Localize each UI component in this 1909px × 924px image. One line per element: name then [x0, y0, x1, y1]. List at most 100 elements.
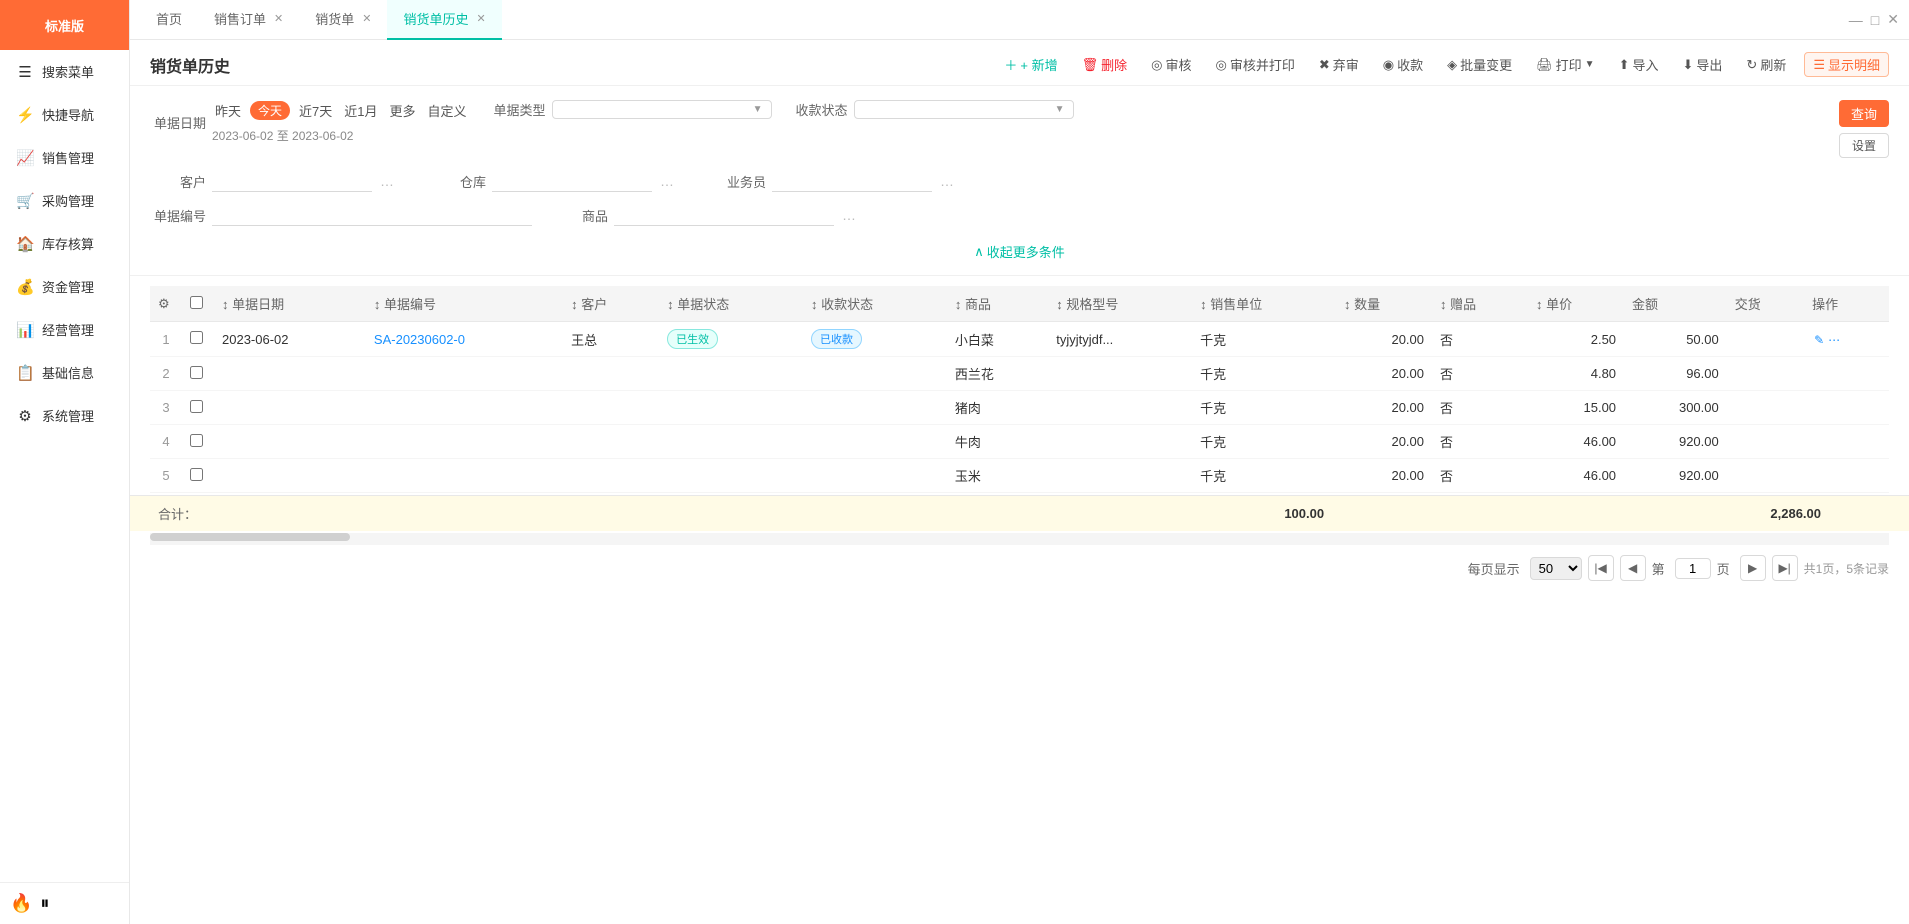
th-customer[interactable]: ↕ 客户 [563, 286, 659, 322]
batch-change-button[interactable]: ◈ 批量变更 [1441, 52, 1518, 77]
per-page-select[interactable]: 50 100 200 [1530, 557, 1582, 580]
collapse-button[interactable]: ∧ 收起更多条件 [974, 242, 1065, 261]
sidebar-item-basic-info[interactable]: 📋 基础信息 [0, 351, 129, 394]
scrollbar-thumb[interactable] [150, 533, 350, 541]
th-checkbox[interactable] [182, 286, 214, 322]
export-button[interactable]: ⬇ 导出 [1676, 52, 1728, 77]
sidebar-item-search-menu[interactable]: ☰ 搜索菜单 [0, 50, 129, 93]
first-page-button[interactable]: |◀ [1588, 555, 1614, 581]
th-payment-status[interactable]: ↕ 收款状态 [803, 286, 947, 322]
print-button[interactable]: 🖨 打印 ▼ [1530, 52, 1600, 77]
show-detail-button[interactable]: ☰ 显示明细 [1804, 52, 1889, 77]
row-checkbox[interactable] [190, 366, 203, 379]
import-button[interactable]: ⬆ 导入 [1613, 52, 1665, 77]
th-price[interactable]: ↕ 单价 [1528, 286, 1624, 322]
doc-num-link[interactable]: SA-20230602-0 [374, 332, 465, 347]
edit-action-button[interactable]: ✎ [1814, 333, 1824, 347]
sidebar-item-sys-admin[interactable]: ⚙ 系统管理 [0, 394, 129, 437]
review-button[interactable]: ◎ 审核 [1145, 52, 1197, 77]
sidebar-item-sales-mgmt[interactable]: 📈 销售管理 [0, 136, 129, 179]
horizontal-scrollbar[interactable] [150, 533, 1889, 545]
tab-sales-history[interactable]: 销货单历史 ✕ [387, 0, 501, 40]
th-gift[interactable]: ↕ 赠品 [1432, 286, 1528, 322]
row-payment-status [803, 357, 947, 391]
pause-icon[interactable]: ⏸ [40, 893, 49, 914]
row-price: 4.80 [1528, 357, 1624, 391]
date-tab-custom[interactable]: 自定义 [425, 100, 470, 121]
date-tab-yesterday[interactable]: 昨天 [212, 100, 244, 121]
row-gift: 否 [1432, 459, 1528, 493]
more-action-button[interactable]: ⋯ [1828, 333, 1840, 347]
goods-input[interactable] [614, 204, 834, 226]
settings-button[interactable]: 设置 [1839, 133, 1889, 158]
th-qty[interactable]: ↕ 数量 [1336, 286, 1432, 322]
sidebar-item-label: 资金管理 [42, 277, 94, 296]
date-tab-1month[interactable]: 近1月 [341, 100, 380, 121]
th-doc-num[interactable]: ↕ 单据编号 [366, 286, 563, 322]
close-window-icon[interactable]: ✕ [1887, 11, 1899, 28]
fire-icon[interactable]: 🔥 [10, 893, 32, 914]
sidebar-item-purchase-mgmt[interactable]: 🛒 采购管理 [0, 179, 129, 222]
minimize-icon[interactable]: — [1849, 12, 1863, 28]
customer-input[interactable] [212, 170, 372, 192]
sidebar-item-operations[interactable]: 📊 经营管理 [0, 308, 129, 351]
sidebar-item-finance[interactable]: 💰 资金管理 [0, 265, 129, 308]
review-print-button[interactable]: ◎ 审核并打印 [1209, 52, 1300, 77]
date-filter-control: 昨天 今天 近7天 近1月 更多 自定义 2023-06-02 至 2023-0… [212, 100, 470, 144]
th-goods[interactable]: ↕ 商品 [947, 286, 1048, 322]
row-checkbox[interactable] [190, 331, 203, 344]
goods-label: 商品 [552, 206, 608, 225]
customer-dots-icon[interactable]: … [380, 173, 394, 189]
doc-num-filter-item: 单据编号 [150, 204, 532, 226]
new-button[interactable]: ＋ + 新增 [998, 52, 1063, 77]
date-tab-today[interactable]: 今天 [250, 101, 290, 120]
sidebar-item-inventory[interactable]: 🏠 库存核算 [0, 222, 129, 265]
refresh-button[interactable]: ↻ 刷新 [1740, 52, 1792, 77]
th-date[interactable]: ↕ 单据日期 [214, 286, 366, 322]
row-checkbox[interactable] [190, 434, 203, 447]
th-settings[interactable]: ⚙ [150, 286, 182, 322]
warehouse-input[interactable] [492, 170, 652, 192]
goods-dots-icon[interactable]: … [842, 207, 856, 223]
tab-sales-delivery[interactable]: 销货单 ✕ [299, 0, 387, 40]
delete-button[interactable]: 🗑 删除 [1076, 52, 1134, 77]
row-spec [1048, 425, 1192, 459]
th-amount[interactable]: 金额 [1624, 286, 1727, 322]
payment-status-select[interactable]: ▼ [854, 100, 1074, 119]
th-unit[interactable]: ↕ 销售单位 [1192, 286, 1336, 322]
date-tab-more[interactable]: 更多 [387, 100, 419, 121]
sidebar-item-label: 系统管理 [42, 406, 94, 425]
staff-input[interactable] [772, 170, 932, 192]
th-spec[interactable]: ↕ 规格型号 [1048, 286, 1192, 322]
tab-home[interactable]: 首页 [140, 0, 198, 40]
date-tab-7days[interactable]: 近7天 [296, 100, 335, 121]
last-page-button[interactable]: ▶| [1772, 555, 1798, 581]
query-button[interactable]: 查询 [1839, 100, 1889, 127]
th-doc-status[interactable]: ↕ 单据状态 [659, 286, 803, 322]
close-sales-history-tab[interactable]: ✕ [477, 12, 486, 25]
select-all-checkbox[interactable] [190, 296, 203, 309]
row-checkbox[interactable] [190, 400, 203, 413]
purchase-mgmt-icon: 🛒 [16, 192, 34, 210]
tab-sales-order[interactable]: 销售订单 ✕ [198, 0, 299, 40]
row-price: 15.00 [1528, 391, 1624, 425]
prev-page-button[interactable]: ◀ [1620, 555, 1646, 581]
close-sales-delivery-tab[interactable]: ✕ [362, 12, 371, 25]
doc-num-input[interactable] [212, 204, 532, 226]
payment-status-arrow-icon: ▼ [1055, 104, 1065, 115]
th-delivery[interactable]: 交货 [1727, 286, 1804, 322]
warehouse-dots-icon[interactable]: … [660, 173, 674, 189]
row-price: 2.50 [1528, 322, 1624, 357]
row-actions [1804, 357, 1889, 391]
staff-dots-icon[interactable]: … [940, 173, 954, 189]
close-sales-order-tab[interactable]: ✕ [274, 12, 283, 25]
doc-type-select[interactable]: ▼ [552, 100, 772, 119]
page-number-input[interactable] [1675, 558, 1711, 579]
row-checkbox[interactable] [190, 468, 203, 481]
abandon-button[interactable]: ✖ 弃审 [1313, 52, 1365, 77]
next-page-button[interactable]: ▶ [1740, 555, 1766, 581]
sidebar-item-quick-nav[interactable]: ⚡ 快捷导航 [0, 93, 129, 136]
collect-button[interactable]: ◉ 收款 [1377, 52, 1429, 77]
page-content: 销货单历史 ＋ + 新增 🗑 删除 ◎ 审核 ◎ 审核并打印 [130, 40, 1909, 924]
maximize-icon[interactable]: □ [1871, 12, 1879, 28]
